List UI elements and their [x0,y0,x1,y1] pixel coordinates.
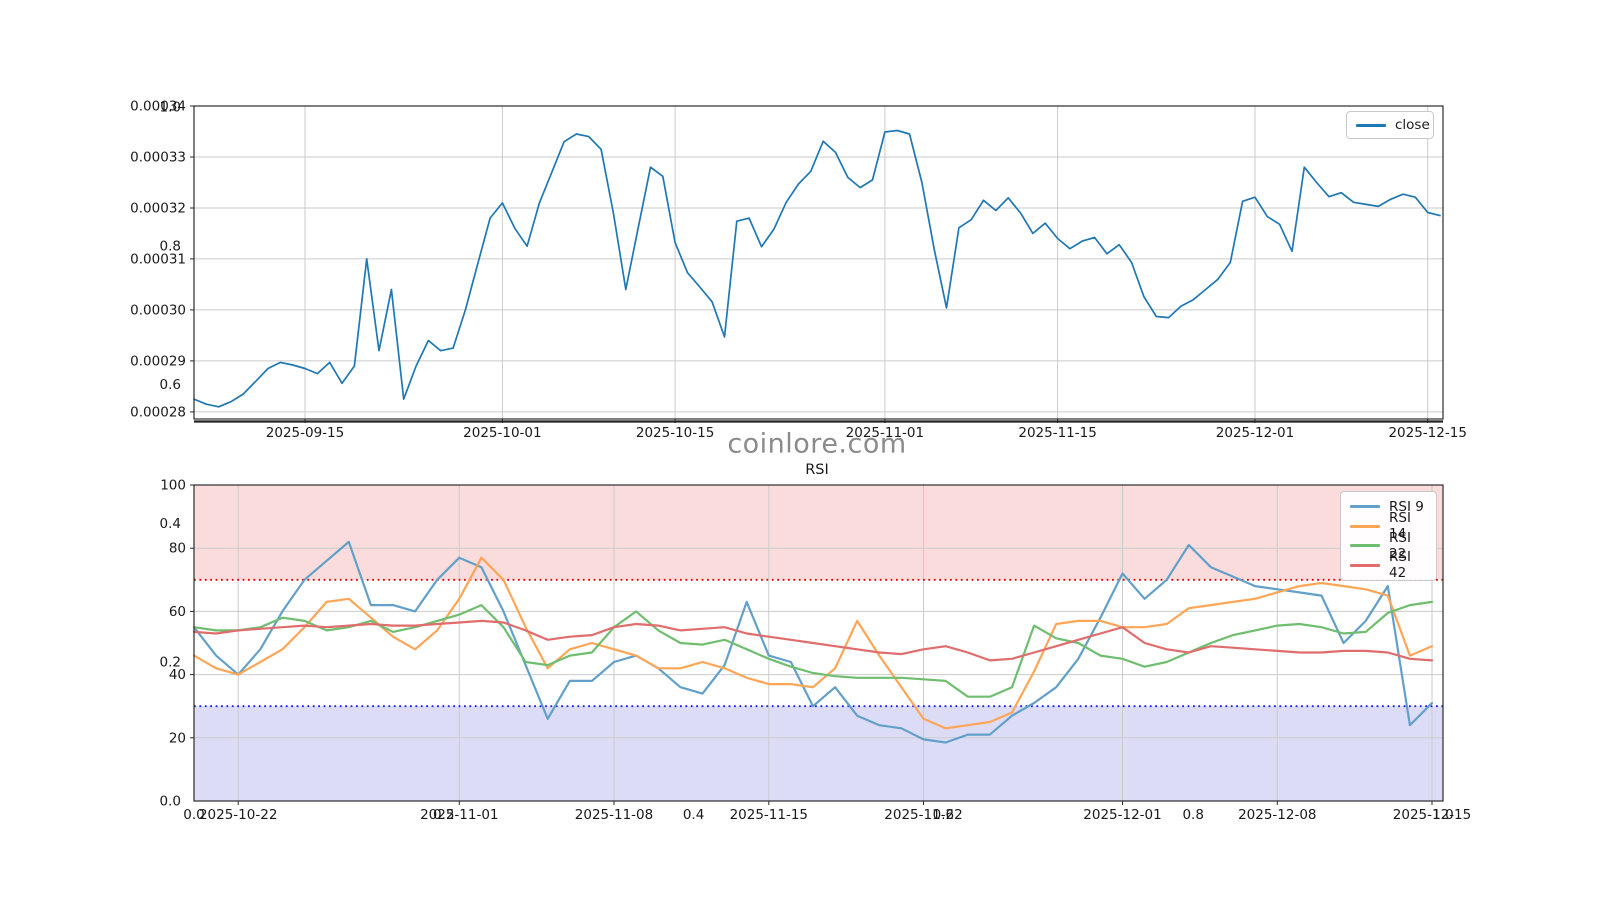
y-tick-label: 0.00033 [130,150,186,166]
x-tick-label: 2025-12-01 [1083,807,1161,823]
rsi22-line-swatch [1350,544,1380,548]
rsi42-legend-label: RSI 42 [1389,549,1411,582]
x-tick-label: 2025-11-08 [575,807,653,823]
y-tick-label: 0.00032 [130,201,186,217]
ghost-x-label: 0.2 [433,807,454,823]
rsi-legend-item: RSI 42 [1350,549,1427,581]
x-tick-label: 2025-11-15 [1018,425,1096,441]
series-close [193,129,1441,408]
x-tick-label: 2025-10-22 [199,807,277,823]
ghost-x-label: 1.0 [1432,807,1453,823]
close-line-swatch [1356,123,1386,127]
price-legend: close [1346,111,1434,139]
ghost-x-label: 0.8 [1182,807,1203,823]
x-tick-label: 2025-12-08 [1238,807,1316,823]
rsi-chart: 2025-10-22 2025-11-01 2025-11-08 2025-11-15… [160,478,1471,824]
rsi-panel-title: RSI [805,462,829,478]
x-tick-label: 2025-11-15 [730,807,808,823]
watermark: coinlore.com [727,428,907,460]
ghost-x-label: 0.4 [683,807,704,823]
ghost-y-label: 0.6 [160,377,181,393]
x-tick-label: 2025-10-01 [463,425,541,441]
oversold-band [194,706,1443,801]
x-tick-label: 2025-12-01 [1216,425,1294,441]
rsi42-line-swatch [1350,563,1380,567]
x-tick-label: 2025-09-15 [266,425,344,441]
series-rsi-42 [192,619,1434,662]
x-tick-label: 2025-10-15 [636,425,714,441]
ghost-y-label: 0.8 [160,238,181,254]
price-chart: 2025-09-15 2025-10-01 2025-10-15 2025-11-01… [130,99,1467,442]
rsi9-line-swatch [1350,505,1380,509]
ghost-y-label: 0.0 [160,794,181,810]
ghost-y-label: 0.4 [160,516,181,532]
y-tick-label: 60 [169,604,186,620]
y-tick-label: 80 [169,541,186,557]
y-tick-label: 0.00029 [130,353,186,369]
y-tick-label: 100 [160,478,186,494]
x-tick-label: 2025-11-01 [420,807,498,823]
y-tick-label: 0.00028 [130,404,186,420]
ghost-y-label: 1.0 [160,100,181,116]
price-legend-label: close [1395,117,1430,133]
matplotlib-figure: { "watermark": "coinlore.com", "rsi_pane… [0,0,1600,900]
y-tick-label: 20 [169,730,186,746]
x-tick-label: 2025-12-15 [1388,425,1466,441]
ghost-y-label: 0.2 [160,655,181,671]
rsi14-line-swatch [1350,524,1380,528]
y-tick-label: 0.00030 [130,302,186,318]
overbought-band [194,485,1443,580]
ghost-x-label: 0.0 [183,807,204,823]
ghost-x-label: 0.6 [933,807,954,823]
rsi-legend: RSI 9 RSI 14 RSI 22 RSI 42 [1340,491,1437,581]
